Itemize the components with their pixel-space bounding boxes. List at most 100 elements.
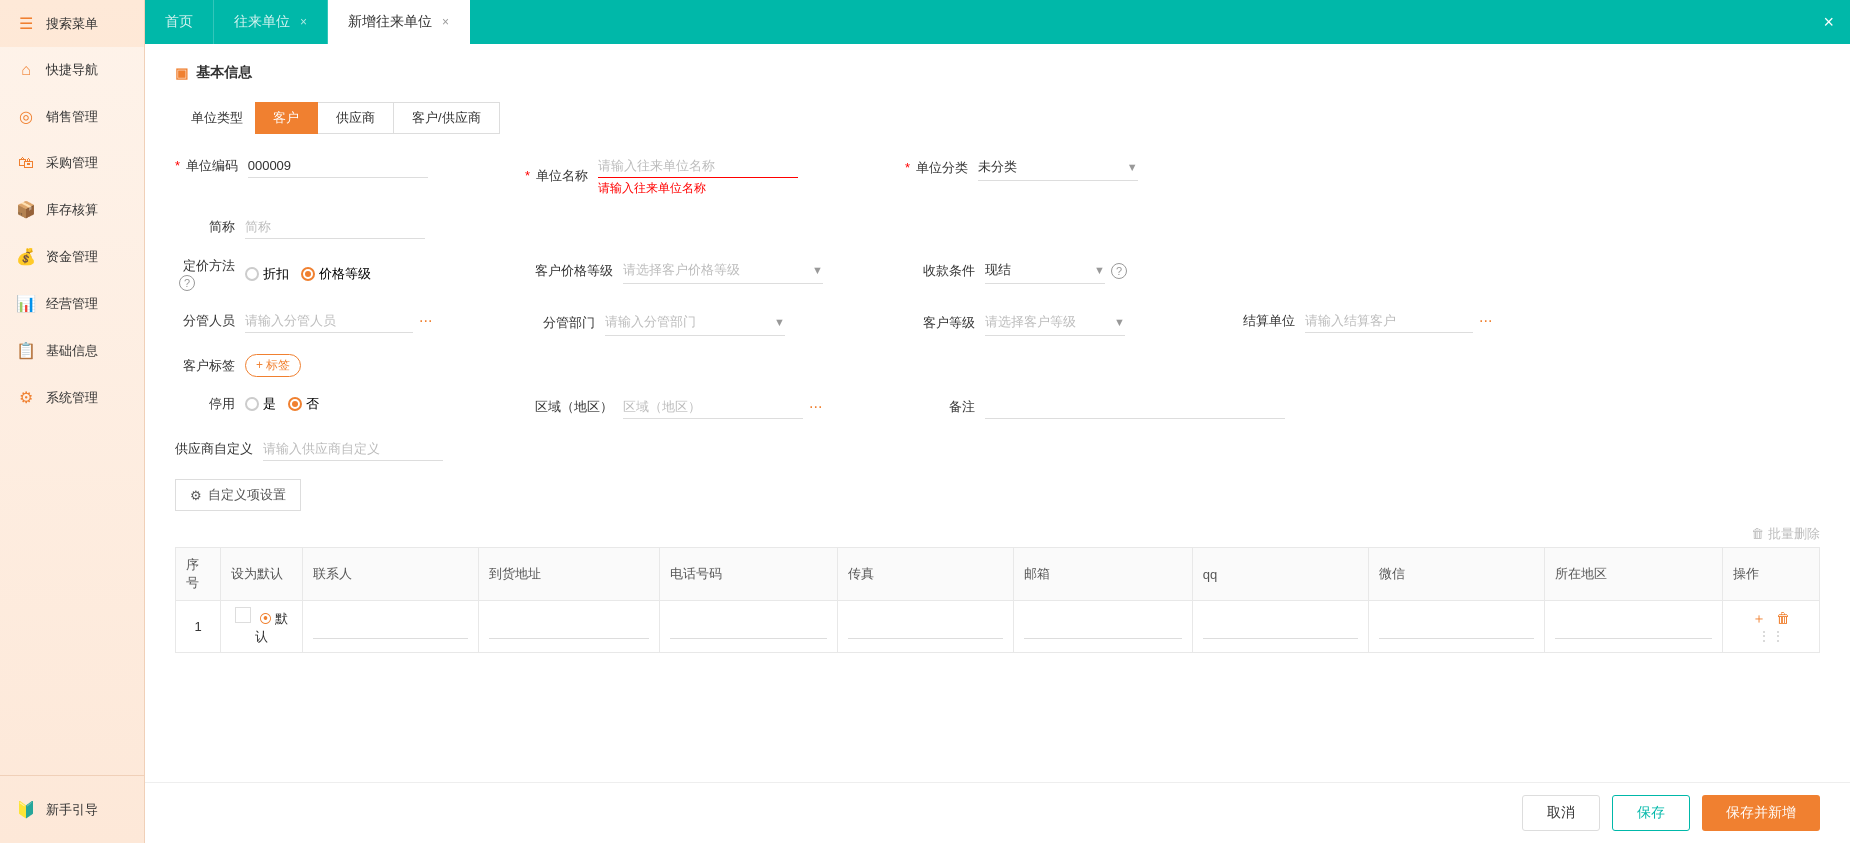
row-delete-icon[interactable]: 🗑	[1776, 610, 1790, 626]
row-phone[interactable]	[659, 601, 837, 653]
wechat-input[interactable]	[1379, 615, 1534, 639]
row-wechat[interactable]	[1368, 601, 1544, 653]
disabled-radio-yes[interactable]: 是	[245, 395, 276, 413]
sidebar-item-operations[interactable]: 📊 经营管理	[0, 280, 144, 327]
tab-new-contact[interactable]: 新增往来单位 ×	[328, 0, 470, 44]
unit-category-label: * 单位分类	[905, 159, 978, 177]
sidebar-item-system[interactable]: ⚙ 系统管理	[0, 374, 144, 421]
form-group-pricing: 定价方法 ? 折扣 价格等级	[175, 257, 535, 291]
save-new-button[interactable]: 保存并新增	[1702, 795, 1820, 831]
row-fax[interactable]	[838, 601, 1014, 653]
unit-category-select[interactable]: 未分类 ▼	[978, 154, 1138, 181]
notes-label: 备注	[915, 398, 985, 416]
form-row-1: * 单位编码 * 单位名称 请输入往来单位名称 * 单位分类	[175, 154, 1820, 197]
customer-price-select[interactable]: 请选择客户价格等级 ▼	[623, 257, 823, 284]
unit-code-input[interactable]	[248, 154, 428, 178]
disabled-yes-label: 是	[263, 395, 276, 413]
sidebar-item-sales[interactable]: ◎ 销售管理	[0, 93, 144, 140]
form-group-shortname: 简称	[175, 215, 525, 239]
short-name-input[interactable]	[245, 215, 425, 239]
phone-input[interactable]	[670, 615, 827, 639]
form-group-department: 分管部门 请输入分管部门 ▼	[535, 309, 915, 336]
row-qq[interactable]	[1192, 601, 1368, 653]
notes-input[interactable]	[985, 395, 1285, 419]
operations-icon: 📊	[16, 294, 36, 313]
section-icon: ▣	[175, 65, 188, 81]
customer-level-label: 客户等级	[915, 314, 985, 332]
customer-level-placeholder: 请选择客户等级	[985, 313, 1076, 331]
row-region[interactable]	[1544, 601, 1722, 653]
disabled-no-label: 否	[306, 395, 319, 413]
sidebar-item-basic-info[interactable]: 📋 基础信息	[0, 327, 144, 374]
tab-new-contact-close[interactable]: ×	[442, 15, 449, 29]
sidebar-item-finance[interactable]: 💰 资金管理	[0, 233, 144, 280]
custom-settings-button[interactable]: ⚙ 自定义项设置	[175, 479, 301, 511]
disabled-radio-no[interactable]: 否	[288, 395, 319, 413]
address-input[interactable]	[489, 615, 649, 639]
row-checkbox[interactable]	[235, 607, 251, 623]
supplier-custom-label: 供应商自定义	[175, 440, 263, 458]
form-group-manager: 分管人员 ···	[175, 309, 535, 333]
sidebar-item-purchase[interactable]: 🛍 采购管理	[0, 140, 144, 186]
type-btn-customer[interactable]: 客户	[255, 102, 318, 134]
supplier-custom-input[interactable]	[263, 437, 443, 461]
row-add-icon[interactable]: ＋	[1752, 610, 1766, 626]
payment-help-icon[interactable]: ?	[1111, 263, 1127, 279]
row-address[interactable]	[478, 601, 659, 653]
sidebar-item-guide[interactable]: 🔰 新手引导	[0, 786, 144, 833]
col-contact: 联系人	[302, 548, 478, 601]
sidebar-item-quick-nav[interactable]: ⌂ 快捷导航	[0, 47, 144, 93]
sidebar-item-inventory[interactable]: 📦 库存核算	[0, 186, 144, 233]
tab-contacts[interactable]: 往来单位 ×	[214, 0, 328, 44]
fax-input[interactable]	[848, 615, 1003, 639]
manager-more-btn[interactable]: ···	[419, 312, 432, 330]
sidebar-item-label: 基础信息	[46, 342, 98, 360]
pricing-radio-group: 折扣 价格等级	[245, 265, 371, 283]
col-phone: 电话号码	[659, 548, 837, 601]
form-row-pricing: 定价方法 ? 折扣 价格等级 客户价格	[175, 257, 1820, 291]
form-group-payment-terms: 收款条件 现结 ▼ ?	[915, 257, 1235, 284]
pricing-help-icon[interactable]: ?	[179, 275, 195, 291]
pricing-radio-discount[interactable]: 折扣	[245, 265, 289, 283]
add-tag-button[interactable]: + 标签	[245, 354, 301, 377]
type-btn-both[interactable]: 客户/供应商	[394, 102, 500, 134]
tab-new-contact-label: 新增往来单位	[348, 13, 432, 31]
pricing-radio-level[interactable]: 价格等级	[301, 265, 371, 283]
email-input[interactable]	[1024, 615, 1181, 639]
region-label: 区域（地区）	[535, 398, 623, 416]
row-id: 1	[176, 601, 221, 653]
col-id: 序号	[176, 548, 221, 601]
department-select[interactable]: 请输入分管部门 ▼	[605, 309, 785, 336]
manager-input[interactable]	[245, 309, 413, 333]
tab-home[interactable]: 首页	[145, 0, 214, 44]
row-contact[interactable]	[302, 601, 478, 653]
region-row-input[interactable]	[1555, 615, 1712, 639]
customer-price-label: 客户价格等级	[535, 262, 623, 280]
contact-input[interactable]	[313, 615, 468, 639]
region-input[interactable]	[623, 395, 803, 419]
tags-label: 客户标签	[175, 357, 245, 375]
col-region: 所在地区	[1544, 548, 1722, 601]
row-drag-icon[interactable]: ⋮⋮	[1757, 628, 1785, 644]
unit-name-input[interactable]	[598, 154, 798, 178]
region-more-btn[interactable]: ···	[809, 398, 822, 416]
sidebar-item-label: 经营管理	[46, 295, 98, 313]
cancel-button[interactable]: 取消	[1522, 795, 1600, 831]
window-close-button[interactable]: ×	[1807, 12, 1850, 33]
save-button[interactable]: 保存	[1612, 795, 1690, 831]
qq-input[interactable]	[1203, 615, 1358, 639]
payment-terms-select[interactable]: 现结 ▼	[985, 257, 1105, 284]
custom-settings-label: 自定义项设置	[208, 486, 286, 504]
form-row-manager: 分管人员 ··· 分管部门 请输入分管部门 ▼ 客户等级 请选择客户等级 ▼ 结…	[175, 309, 1820, 336]
search-menu-icon: ☰	[16, 14, 36, 33]
tab-contacts-close[interactable]: ×	[300, 15, 307, 29]
sidebar-item-search[interactable]: ☰ 搜索菜单	[0, 0, 144, 47]
form-row-tags: 客户标签 + 标签	[175, 354, 1820, 377]
settlement-more-btn[interactable]: ···	[1479, 312, 1492, 330]
row-email[interactable]	[1014, 601, 1192, 653]
batch-delete-button[interactable]: 🗑 批量删除	[175, 525, 1820, 543]
customer-level-select[interactable]: 请选择客户等级 ▼	[985, 309, 1125, 336]
type-btn-supplier[interactable]: 供应商	[318, 102, 394, 134]
settlement-input[interactable]	[1305, 309, 1473, 333]
col-default: 设为默认	[221, 548, 302, 601]
